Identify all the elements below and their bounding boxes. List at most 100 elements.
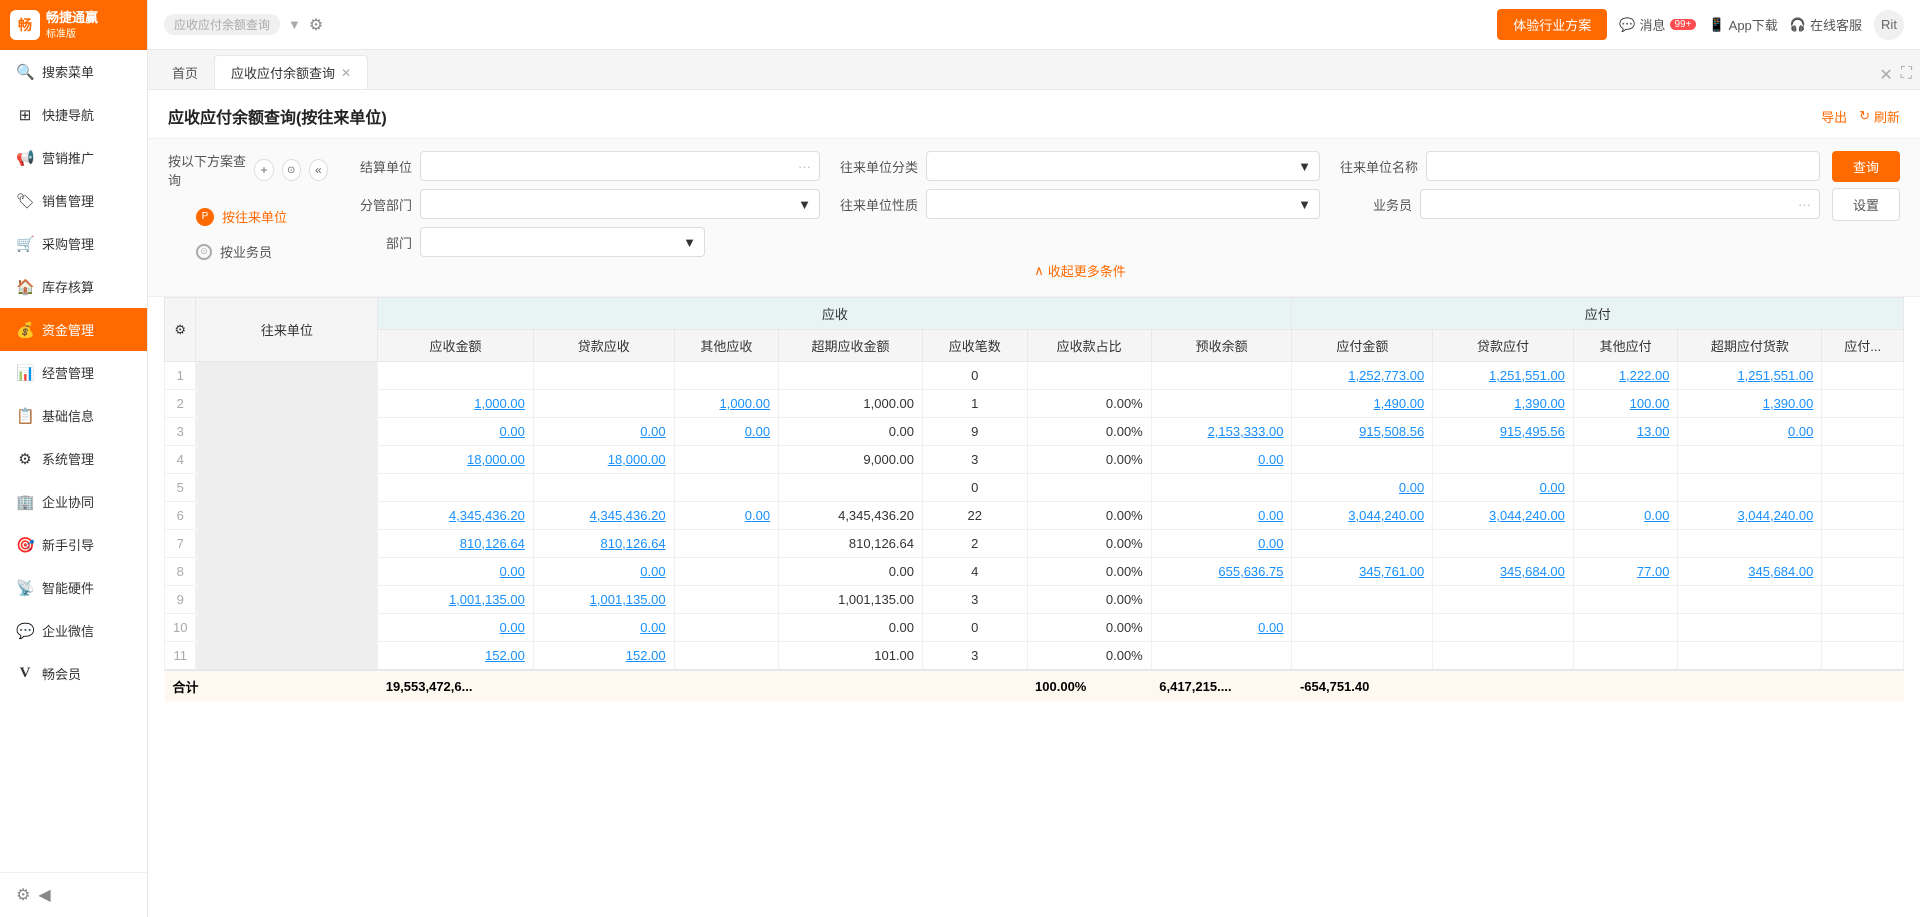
user-avatar[interactable]: Rit bbox=[1874, 10, 1904, 40]
sidebar-item-enterprise[interactable]: 🏢 企业协同 bbox=[0, 480, 147, 523]
table-cell-link[interactable]: 1,251,551.00 bbox=[1678, 362, 1822, 390]
table-cell-link[interactable]: 915,495.56 bbox=[1433, 418, 1574, 446]
filter-sub-by-unit[interactable]: P 按往来单位 bbox=[184, 199, 328, 234]
table-cell-link[interactable]: 655,636.75 bbox=[1151, 558, 1292, 586]
table-cell-link[interactable]: 0.00 bbox=[533, 558, 674, 586]
filter-sub-by-salesperson[interactable]: ⊙ 按业务员 bbox=[184, 234, 328, 269]
tab-fullscreen-icon[interactable]: ⛶ bbox=[1901, 65, 1912, 85]
filter-department-input[interactable]: ▼ bbox=[420, 227, 705, 257]
collapse-filter-button[interactable]: ∧ 收起更多条件 bbox=[340, 257, 1820, 284]
table-cell-link[interactable]: 1,001,135.00 bbox=[378, 586, 534, 614]
table-cell-link[interactable]: 0.00 bbox=[1573, 502, 1678, 530]
footer-ar-amount[interactable]: 19,553,472,6... bbox=[378, 670, 534, 702]
settings-button[interactable]: 设置 bbox=[1832, 188, 1900, 221]
export-button[interactable]: 导出 bbox=[1821, 107, 1847, 126]
industry-solution-button[interactable]: 体验行业方案 bbox=[1497, 9, 1607, 40]
filter-settlement-input[interactable]: ··· bbox=[420, 151, 820, 181]
table-cell-link[interactable]: 0.00 bbox=[674, 502, 779, 530]
sidebar-item-member[interactable]: V 畅会员 bbox=[0, 652, 147, 695]
table-cell bbox=[1822, 502, 1904, 530]
sidebar-item-base[interactable]: 📋 基础信息 bbox=[0, 394, 147, 437]
table-cell-link[interactable]: 18,000.00 bbox=[533, 446, 674, 474]
table-cell-link[interactable]: 13.00 bbox=[1573, 418, 1678, 446]
filter-settings-button[interactable]: ⊙ bbox=[282, 159, 301, 181]
table-cell-link[interactable]: 1,001,135.00 bbox=[533, 586, 674, 614]
table-cell-link[interactable]: 0.00 bbox=[1151, 502, 1292, 530]
sidebar-item-sales[interactable]: 🏷 销售管理 bbox=[0, 179, 147, 222]
table-cell-link[interactable]: 0.00 bbox=[1151, 530, 1292, 558]
header-dropdown-icon[interactable]: ▼ bbox=[288, 17, 301, 32]
sidebar-item-inventory[interactable]: 🏠 库存核算 bbox=[0, 265, 147, 308]
table-cell-link[interactable]: 0.00 bbox=[378, 614, 534, 642]
sidebar-item-marketing[interactable]: 📢 营销推广 bbox=[0, 136, 147, 179]
table-cell-link[interactable]: 1,000.00 bbox=[378, 390, 534, 418]
table-cell-link[interactable]: 3,044,240.00 bbox=[1292, 502, 1433, 530]
sidebar-item-search[interactable]: 🔍 搜索菜单 bbox=[0, 50, 147, 93]
table-cell-link[interactable]: 1,251,551.00 bbox=[1433, 362, 1574, 390]
table-cell-link[interactable]: 0.00 bbox=[533, 614, 674, 642]
online-service-button[interactable]: 🎧 在线客服 bbox=[1790, 15, 1862, 34]
table-cell-link[interactable]: 1,390.00 bbox=[1678, 390, 1822, 418]
table-cell-link[interactable]: 810,126.64 bbox=[378, 530, 534, 558]
sidebar-item-operations[interactable]: 📊 经营管理 bbox=[0, 351, 147, 394]
table-cell-link[interactable]: 77.00 bbox=[1573, 558, 1678, 586]
table-cell-link[interactable]: 1,252,773.00 bbox=[1292, 362, 1433, 390]
tab-home[interactable]: 首页 bbox=[156, 55, 214, 89]
sidebar-item-finance[interactable]: 💰 资金管理 bbox=[0, 308, 147, 351]
sidebar-item-quicknav[interactable]: ⊞ 快捷导航 bbox=[0, 93, 147, 136]
table-cell-link[interactable]: 0.00 bbox=[378, 558, 534, 586]
table-cell-link[interactable]: 345,684.00 bbox=[1433, 558, 1574, 586]
tab-window-close-icon[interactable]: ✕ bbox=[1879, 65, 1892, 85]
table-cell-link[interactable]: 3,044,240.00 bbox=[1678, 502, 1822, 530]
filter-unit-name-input[interactable] bbox=[1426, 151, 1820, 181]
table-cell-link[interactable]: 152.00 bbox=[378, 642, 534, 671]
sidebar-item-label: 新手引导 bbox=[42, 535, 94, 554]
collapse-sidebar-icon[interactable]: ◀ bbox=[38, 885, 50, 905]
table-cell-link[interactable]: 345,761.00 bbox=[1292, 558, 1433, 586]
table-cell-link[interactable]: 345,684.00 bbox=[1678, 558, 1822, 586]
query-button[interactable]: 查询 bbox=[1832, 151, 1900, 182]
table-cell-link[interactable]: 915,508.56 bbox=[1292, 418, 1433, 446]
message-button[interactable]: 💬 消息 99+ bbox=[1619, 15, 1696, 34]
app-download-button[interactable]: 📱 App下载 bbox=[1708, 15, 1777, 34]
sidebar-item-guide[interactable]: 🎯 新手引导 bbox=[0, 523, 147, 566]
sidebar-item-purchase[interactable]: 🛒 采购管理 bbox=[0, 222, 147, 265]
filter-unit-nature-input[interactable]: ▼ bbox=[926, 189, 1320, 219]
header-gear-icon[interactable]: ⚙ bbox=[309, 15, 323, 35]
table-settings-icon[interactable]: ⚙ bbox=[174, 322, 186, 337]
tab-arbalance[interactable]: 应收应付余额查询 ✕ bbox=[214, 55, 368, 89]
table-cell: 1 bbox=[923, 390, 1028, 418]
table-cell-link[interactable]: 4,345,436.20 bbox=[533, 502, 674, 530]
filter-salesperson-input[interactable]: ··· bbox=[1420, 189, 1820, 219]
table-cell-link[interactable]: 0.00 bbox=[1678, 418, 1822, 446]
table-cell-link[interactable]: 3,044,240.00 bbox=[1433, 502, 1574, 530]
settings-icon[interactable]: ⚙ bbox=[16, 885, 30, 905]
sidebar-item-wechat[interactable]: 💬 企业微信 bbox=[0, 609, 147, 652]
filter-dept-input[interactable]: ▼ bbox=[420, 189, 820, 219]
filter-unit-category-input[interactable]: ▼ bbox=[926, 151, 1320, 181]
table-cell-link[interactable]: 100.00 bbox=[1573, 390, 1678, 418]
table-cell-link[interactable]: 1,490.00 bbox=[1292, 390, 1433, 418]
refresh-button[interactable]: ↻ 刷新 bbox=[1859, 107, 1900, 126]
table-cell-link[interactable]: 0.00 bbox=[674, 418, 779, 446]
filter-back-button[interactable]: « bbox=[309, 159, 328, 181]
settings-col-header[interactable]: ⚙ bbox=[165, 298, 196, 362]
table-cell-link[interactable]: 0.00 bbox=[1292, 474, 1433, 502]
sidebar-item-system[interactable]: ⚙ 系统管理 bbox=[0, 437, 147, 480]
table-cell-link[interactable]: 0.00 bbox=[1151, 614, 1292, 642]
table-cell-link[interactable]: 4,345,436.20 bbox=[378, 502, 534, 530]
tab-close-icon[interactable]: ✕ bbox=[341, 66, 351, 80]
filter-add-button[interactable]: + bbox=[254, 159, 273, 181]
table-cell-link[interactable]: 810,126.64 bbox=[533, 530, 674, 558]
table-cell-link[interactable]: 1,390.00 bbox=[1433, 390, 1574, 418]
table-cell-link[interactable]: 18,000.00 bbox=[378, 446, 534, 474]
table-cell-link[interactable]: 0.00 bbox=[1151, 446, 1292, 474]
table-cell-link[interactable]: 2,153,333.00 bbox=[1151, 418, 1292, 446]
table-cell-link[interactable]: 0.00 bbox=[378, 418, 534, 446]
sidebar-item-hardware[interactable]: 📡 智能硬件 bbox=[0, 566, 147, 609]
table-cell-link[interactable]: 0.00 bbox=[533, 418, 674, 446]
table-cell-link[interactable]: 1,222.00 bbox=[1573, 362, 1678, 390]
table-cell-link[interactable]: 152.00 bbox=[533, 642, 674, 671]
table-cell-link[interactable]: 0.00 bbox=[1433, 474, 1574, 502]
table-cell-link[interactable]: 1,000.00 bbox=[674, 390, 779, 418]
